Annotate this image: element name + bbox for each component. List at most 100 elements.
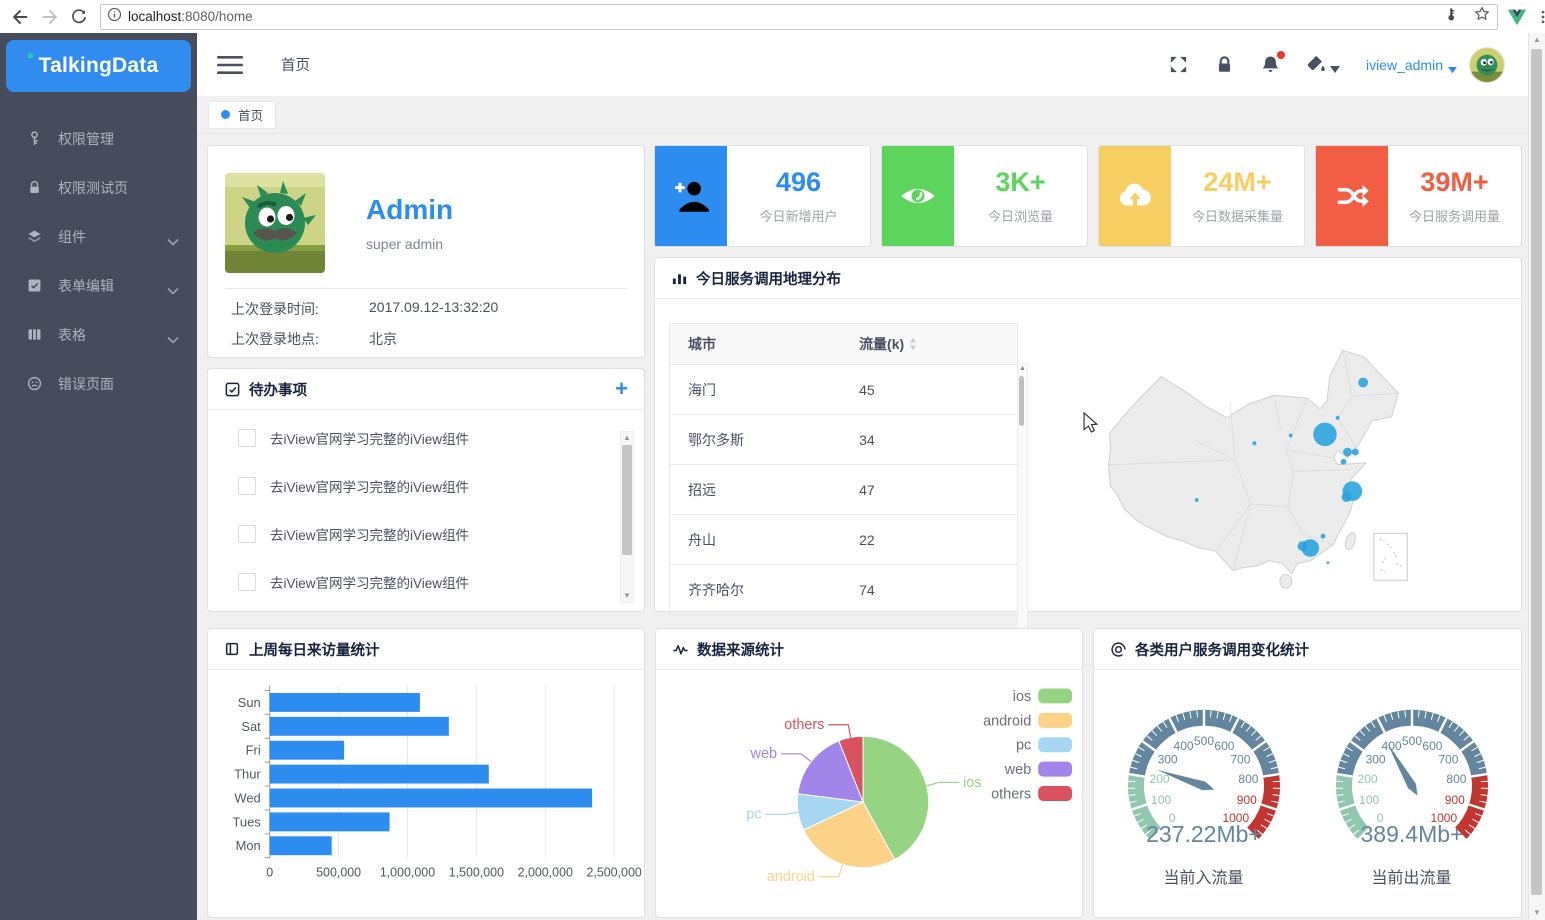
user-name: Admin (366, 194, 453, 226)
back-icon[interactable] (10, 6, 30, 28)
caret-down-icon (1448, 61, 1457, 68)
table-row: 舟山22 (670, 515, 1017, 565)
svg-text:100: 100 (1359, 793, 1379, 807)
bookmark-star-icon[interactable] (1473, 5, 1491, 28)
chart-bars-icon (671, 270, 688, 287)
geo-distribution-card: 今日服务调用地理分布 城市流量(k) 海门45鄂尔多斯34招远47舟山22齐齐哈… (654, 257, 1522, 612)
tab-home[interactable]: 首页 (208, 101, 276, 129)
cell-city: 鄂尔多斯 (670, 415, 841, 465)
caret-down-icon (1330, 61, 1340, 69)
stat-icon-block (655, 146, 727, 246)
page-scrollbar[interactable]: ▲ ▼ (1528, 33, 1545, 920)
stat-card-3: 24M+今日数据采集量 (1098, 145, 1305, 247)
svg-text:100: 100 (1151, 793, 1171, 807)
map-bubble (1313, 423, 1337, 447)
bar-Tues (270, 812, 390, 831)
svg-text:Sat: Sat (241, 719, 261, 734)
svg-text:Sun: Sun (238, 695, 261, 710)
table-scrollbar[interactable]: ▲ ▼ (1017, 363, 1028, 655)
sidebar-item-tables[interactable]: 表格 (0, 310, 197, 359)
svg-text:Tues: Tues (232, 814, 260, 829)
weekly-visits-card: 上周每日来访量统计 0500,0001,000,0001,500,0002,00… (207, 628, 645, 918)
sidebar-item-error-pages[interactable]: 错误页面 (0, 359, 197, 408)
url-bar[interactable]: localhost:8080/home (100, 4, 1498, 30)
map-bubble (1253, 441, 1257, 445)
china-map (1041, 300, 1511, 608)
todo-icon (224, 381, 241, 398)
cell-city: 齐齐哈尔 (670, 565, 841, 615)
hamburger-menu-icon[interactable] (217, 55, 243, 75)
add-todo-button[interactable]: + (615, 379, 628, 399)
sidebar-item-permission-test[interactable]: 权限测试页 (0, 163, 197, 212)
avatar[interactable] (1469, 47, 1505, 83)
todo-label: 去iView官网学习完整的iView组件 (270, 572, 469, 592)
todo-checkbox[interactable] (238, 573, 256, 591)
opened-tabs-bar: 首页 (197, 96, 1529, 134)
sidebar-item-permissions[interactable]: 权限管理 (0, 114, 197, 163)
todo-checkbox[interactable] (238, 429, 256, 447)
svg-text:900: 900 (1444, 793, 1464, 807)
browser-menu-icon[interactable] (1534, 6, 1545, 28)
checkbox-icon (26, 277, 44, 295)
svg-text:600: 600 (1422, 739, 1442, 753)
url-text: localhost:8080/home (128, 9, 253, 24)
theme-switcher[interactable] (1305, 52, 1340, 78)
sidebar-item-form-edit[interactable]: 表单编辑 (0, 261, 197, 310)
sort-icon[interactable] (909, 338, 917, 350)
user-info-card: Admin super admin 上次登录时间:2017.09.12-13:3… (207, 145, 645, 358)
table-header-flow[interactable]: 流量(k) (841, 324, 1017, 365)
svg-text:500: 500 (1193, 734, 1213, 748)
svg-text:800: 800 (1446, 772, 1466, 786)
info-icon[interactable] (107, 7, 122, 27)
sidebar-item-components[interactable]: 组件 (0, 212, 197, 261)
lock-icon[interactable] (1213, 53, 1237, 77)
vue-extension-icon[interactable] (1506, 6, 1528, 28)
todo-checkbox[interactable] (238, 477, 256, 495)
gauge-needle (1387, 743, 1417, 796)
map-bubble (1298, 541, 1308, 551)
svg-text:Mon: Mon (236, 838, 261, 853)
user-role: super admin (366, 236, 443, 252)
bar-Sat (270, 717, 449, 736)
reload-icon[interactable] (70, 6, 88, 28)
gauge-caption: 当前入流量 (1163, 864, 1243, 888)
stat-icon-block (1099, 146, 1171, 246)
notifications-bell-icon[interactable] (1259, 53, 1283, 77)
svg-text:0: 0 (266, 866, 273, 880)
stat-icon-block (882, 146, 954, 246)
fullscreen-icon[interactable] (1167, 53, 1191, 77)
legend-swatch-android (1038, 713, 1072, 728)
chevron-down-icon (167, 233, 179, 241)
gauge-outflow: 01002003004005006007008009001000389.4Mb+… (1308, 692, 1516, 888)
bar-Thur (270, 765, 489, 784)
table-icon (26, 326, 44, 344)
mouse-cursor (1084, 413, 1097, 432)
sad-face-icon (26, 375, 44, 393)
todo-checkbox[interactable] (238, 525, 256, 543)
eye-icon (897, 175, 939, 217)
pulse-icon (672, 641, 689, 658)
legend-swatch-others (1038, 786, 1072, 801)
app-logo[interactable]: TalkingData (6, 40, 191, 92)
cell-flow: 22 (841, 515, 1017, 565)
svg-text:300: 300 (1365, 753, 1385, 767)
last-login-time-row: 上次登录时间:2017.09.12-13:32:20 (231, 299, 319, 319)
gauges-row: 01002003004005006007008009001000237.22Mb… (1094, 692, 1521, 888)
card-title: 各类用户服务调用变化统计 (1135, 639, 1505, 660)
stat-label: 今日服务调用量 (1409, 206, 1500, 225)
cell-flow: 74 (841, 565, 1017, 615)
user-menu[interactable]: iview_admin (1366, 57, 1457, 73)
svg-text:700: 700 (1438, 753, 1458, 767)
bar-Sun (270, 693, 420, 712)
todo-scrollbar[interactable]: ▲ ▼ (620, 431, 634, 603)
sidebar: TalkingData 权限管理权限测试页组件表单编辑表格错误页面 (0, 33, 197, 920)
gauge-caption: 当前出流量 (1371, 864, 1451, 888)
hainan (1280, 574, 1292, 588)
breadcrumb[interactable]: 首页 (281, 54, 310, 75)
legend-label-pc: pc (1016, 738, 1031, 754)
todo-list: 去iView官网学习完整的iView组件去iView官网学习完整的iView组件… (208, 410, 644, 611)
password-key-icon[interactable] (1443, 6, 1459, 27)
card-title: 数据来源统计 (697, 639, 1066, 660)
chevron-down-icon (167, 331, 179, 339)
forward-icon[interactable] (40, 6, 60, 28)
